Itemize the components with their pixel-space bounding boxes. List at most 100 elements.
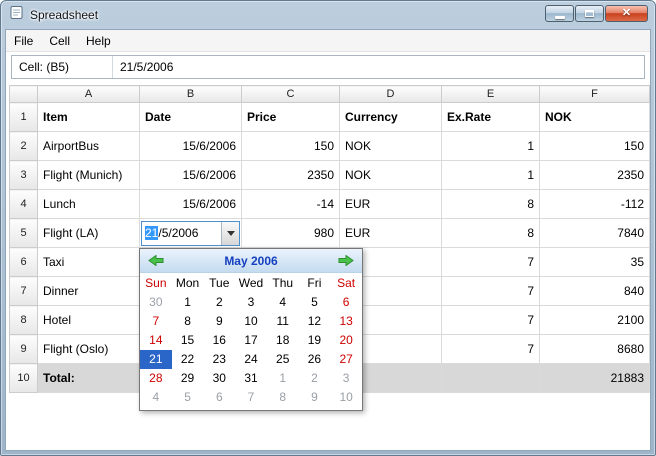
row-header-3[interactable]: 3 [9, 160, 38, 190]
row-header-2[interactable]: 2 [9, 131, 38, 161]
row-header-10[interactable]: 10 [9, 363, 38, 393]
close-button[interactable]: ✕ [605, 5, 648, 22]
calendar-day-30-week1[interactable]: 30 [140, 293, 172, 312]
cell-D2[interactable]: NOK [339, 131, 442, 161]
cell-A6[interactable]: Taxi [37, 247, 140, 277]
row-header-9[interactable]: 9 [9, 334, 38, 364]
column-header-C[interactable]: C [241, 85, 340, 103]
calendar-day-6-week1[interactable]: 6 [330, 293, 362, 312]
row-header-8[interactable]: 8 [9, 305, 38, 335]
cell-E9[interactable]: 7 [441, 334, 540, 364]
cell-F3[interactable]: 2350 [539, 160, 650, 190]
cell-A9[interactable]: Flight (Oslo) [37, 334, 140, 364]
cell-F6[interactable]: 35 [539, 247, 650, 277]
cell-C1[interactable]: Price [241, 102, 340, 132]
calendar-day-16-week3[interactable]: 16 [203, 331, 235, 350]
maximize-button[interactable] [575, 5, 604, 22]
cell-E6[interactable]: 7 [441, 247, 540, 277]
column-header-E[interactable]: E [441, 85, 540, 103]
cell-A1[interactable]: Item [37, 102, 140, 132]
calendar-day-10-week2[interactable]: 10 [235, 312, 267, 331]
calendar-day-13-week2[interactable]: 13 [330, 312, 362, 331]
calendar-day-3-week5[interactable]: 3 [330, 369, 362, 388]
calendar-day-29-week5[interactable]: 29 [172, 369, 204, 388]
row-header-1[interactable]: 1 [9, 102, 38, 132]
cell-B4[interactable]: 15/6/2006 [139, 189, 242, 219]
calendar-day-14-week3[interactable]: 14 [140, 331, 172, 350]
cell-E8[interactable]: 7 [441, 305, 540, 335]
cell-B1[interactable]: Date [139, 102, 242, 132]
calendar-day-17-week3[interactable]: 17 [235, 331, 267, 350]
cell-F10[interactable]: 21883 [539, 363, 650, 393]
select-all-corner[interactable] [9, 85, 38, 103]
calendar-day-28-week5[interactable]: 28 [140, 369, 172, 388]
cell-D1[interactable]: Currency [339, 102, 442, 132]
cell-E2[interactable]: 1 [441, 131, 540, 161]
calendar-day-30-week5[interactable]: 30 [203, 369, 235, 388]
column-header-B[interactable]: B [139, 85, 242, 103]
column-header-A[interactable]: A [37, 85, 140, 103]
calendar-month-label[interactable]: May 2006 [224, 254, 277, 268]
calendar-day-2-week1[interactable]: 2 [203, 293, 235, 312]
cell-A3[interactable]: Flight (Munich) [37, 160, 140, 190]
menu-file[interactable]: File [6, 32, 41, 50]
cell-A7[interactable]: Dinner [37, 276, 140, 306]
row-header-6[interactable]: 6 [9, 247, 38, 277]
calendar-day-23-week4[interactable]: 23 [203, 350, 235, 369]
cell-A4[interactable]: Lunch [37, 189, 140, 219]
cell-F8[interactable]: 2100 [539, 305, 650, 335]
row-header-5[interactable]: 5 [9, 218, 38, 248]
calendar-day-10-week6[interactable]: 10 [330, 388, 362, 407]
calendar-day-5-week1[interactable]: 5 [299, 293, 331, 312]
cell-C3[interactable]: 2350 [241, 160, 340, 190]
cell-B2[interactable]: 15/6/2006 [139, 131, 242, 161]
calendar-day-12-week2[interactable]: 12 [299, 312, 331, 331]
cell-F9[interactable]: 8680 [539, 334, 650, 364]
row-header-7[interactable]: 7 [9, 276, 38, 306]
cell-F1[interactable]: NOK [539, 102, 650, 132]
cell-D3[interactable]: NOK [339, 160, 442, 190]
cell-A10[interactable]: Total: [37, 363, 140, 393]
calendar-day-19-week3[interactable]: 19 [299, 331, 331, 350]
calendar-day-9-week2[interactable]: 9 [203, 312, 235, 331]
calendar-day-1-week1[interactable]: 1 [172, 293, 204, 312]
cell-D4[interactable]: EUR [339, 189, 442, 219]
cell-D5[interactable]: EUR [339, 218, 442, 248]
cell-B3[interactable]: 15/6/2006 [139, 160, 242, 190]
calendar-day-27-week4[interactable]: 27 [330, 350, 362, 369]
cell-E3[interactable]: 1 [441, 160, 540, 190]
column-header-F[interactable]: F [539, 85, 650, 103]
calendar-day-11-week2[interactable]: 11 [267, 312, 299, 331]
menu-help[interactable]: Help [78, 32, 119, 50]
cell-B5[interactable]: 21/5/2006 [139, 218, 242, 248]
calendar-day-25-week4[interactable]: 25 [267, 350, 299, 369]
cell-A2[interactable]: AirportBus [37, 131, 140, 161]
cell-F2[interactable]: 150 [539, 131, 650, 161]
cell-C2[interactable]: 150 [241, 131, 340, 161]
calendar-day-31-week5[interactable]: 31 [235, 369, 267, 388]
cell-E10[interactable] [441, 363, 540, 393]
combobox-dropdown-button[interactable] [221, 221, 239, 245]
calendar-day-20-week3[interactable]: 20 [330, 331, 362, 350]
calendar-day-8-week6[interactable]: 8 [267, 388, 299, 407]
cell-F4[interactable]: -112 [539, 189, 650, 219]
minimize-button[interactable] [545, 5, 574, 22]
cell-E7[interactable]: 7 [441, 276, 540, 306]
calendar-day-22-week4[interactable]: 22 [172, 350, 204, 369]
calendar-day-4-week6[interactable]: 4 [140, 388, 172, 407]
cell-C5[interactable]: 980 [241, 218, 340, 248]
titlebar[interactable]: Spreadsheet ✕ [1, 1, 655, 28]
calendar-day-9-week6[interactable]: 9 [299, 388, 331, 407]
next-month-button[interactable] [336, 252, 356, 270]
cell-A8[interactable]: Hotel [37, 305, 140, 335]
cell-F5[interactable]: 7840 [539, 218, 650, 248]
menu-cell[interactable]: Cell [41, 32, 78, 50]
calendar-day-18-week3[interactable]: 18 [267, 331, 299, 350]
cell-A5[interactable]: Flight (LA) [37, 218, 140, 248]
calendar-day-4-week1[interactable]: 4 [267, 293, 299, 312]
previous-month-button[interactable] [146, 252, 166, 270]
calendar-day-2-week5[interactable]: 2 [299, 369, 331, 388]
cell-E5[interactable]: 8 [441, 218, 540, 248]
calendar-day-1-week5[interactable]: 1 [267, 369, 299, 388]
calendar-day-26-week4[interactable]: 26 [299, 350, 331, 369]
